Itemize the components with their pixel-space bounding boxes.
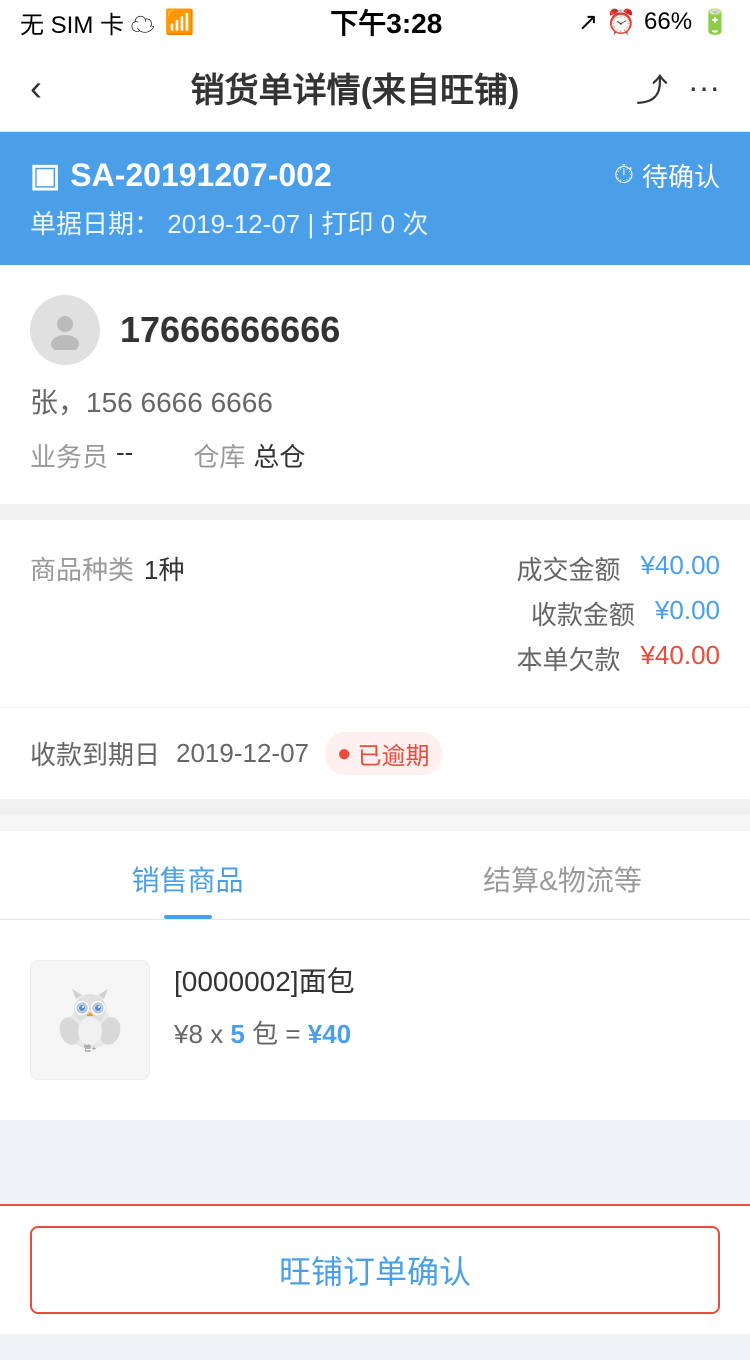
price-x: x (210, 1019, 230, 1049)
balance-amount: ¥40.00 (640, 640, 720, 677)
status-bar: 无 SIM 卡 ☁ 📶 下午3:28 ↗ ⏰ 66% 🔋 (0, 0, 750, 44)
confirm-button[interactable]: 旺铺订单确认 (30, 1226, 720, 1314)
balance-label: 本单欠款 (516, 640, 620, 677)
equals: = (285, 1019, 307, 1049)
divider-1 (0, 504, 750, 520)
unit-price: ¥8 (174, 1019, 203, 1049)
status-text: 待确认 (642, 157, 720, 194)
overdue-text: 已逾期 (358, 736, 430, 771)
tab-settlement-label: 结算&物流等 (483, 865, 642, 896)
page-title: 销货单详情(来自旺铺) (90, 63, 620, 112)
order-header: ▣ SA-20191207-002 ⏱ 待确认 单据日期： 2019-12-07… (0, 132, 750, 265)
unit: 包 (252, 1019, 278, 1049)
location-icon: ↗ (578, 8, 598, 37)
status-time: 下午3:28 (330, 2, 442, 42)
due-date-label: 收款到期日 (30, 735, 160, 772)
product-price-row: ¥8 x 5 包 = ¥40 (174, 1014, 720, 1051)
warehouse-label: 仓库 (193, 437, 245, 474)
wifi-icon: 📶 (165, 8, 195, 37)
alarm-icon: ⏰ (606, 8, 636, 37)
customer-meta: 业务员 -- 仓库 总仓 (30, 437, 720, 474)
product-name: [0000002]面包 (174, 960, 720, 1000)
order-date: 单据日期： 2019-12-07 | 打印 0 次 (30, 204, 720, 241)
salesman-value: -- (116, 437, 133, 474)
invoice-icon: ▣ (30, 156, 60, 194)
share-icon[interactable]: ⤴ (636, 65, 668, 111)
salesman-label: 业务员 (30, 437, 108, 474)
quantity: 5 (230, 1019, 244, 1049)
status-left: 无 SIM 卡 ☁ 📶 (20, 5, 195, 40)
order-number-container: ▣ SA-20191207-002 (30, 156, 332, 194)
product-type-value: 1种 (144, 550, 184, 587)
svg-text:管+: 管+ (84, 1043, 97, 1053)
product-list: 管+ [0000002]面包 ¥8 x 5 包 = ¥40 (0, 920, 750, 1120)
due-date-value: 2019-12-07 (176, 738, 309, 769)
received-amount: ¥0.00 (655, 595, 720, 632)
order-status: ⏱ 待确认 (614, 157, 720, 194)
more-icon[interactable]: ··· (688, 69, 720, 106)
order-number-text: SA-20191207-002 (70, 157, 332, 194)
tabs-header: 销售商品 结算&物流等 (0, 831, 750, 920)
divider-2 (0, 799, 750, 815)
battery-icon: 🔋 (700, 8, 730, 37)
tab-products-label: 销售商品 (131, 865, 243, 896)
tabs-section: 销售商品 结算&物流等 (0, 831, 750, 1120)
date-label: 单据日期： (30, 209, 160, 239)
product-info: [0000002]面包 ¥8 x 5 包 = ¥40 (174, 960, 720, 1080)
print-info: | 打印 0 次 (307, 209, 428, 239)
date-value: 2019-12-07 (167, 209, 300, 239)
summary-section: 商品种类 1种 成交金额 ¥40.00 收款金额 ¥0.00 本单欠款 ¥40.… (0, 520, 750, 707)
customer-name: 张，156 6666 6666 (30, 381, 720, 421)
nav-bar: ‹ 销货单详情(来自旺铺) ⤴ ··· (0, 44, 750, 132)
transaction-label: 成交金额 (516, 550, 620, 587)
transaction-amount: ¥40.00 (640, 550, 720, 587)
status-right: ↗ ⏰ 66% 🔋 (578, 8, 730, 37)
overdue-badge: ● 已逾期 (325, 732, 442, 775)
customer-phone: 17666666666 (120, 309, 340, 351)
bottom-bar: 旺铺订单确认 (0, 1204, 750, 1334)
nav-actions: ⤴ ··· (620, 65, 720, 111)
customer-section: 17666666666 张，156 6666 6666 业务员 -- 仓库 总仓 (0, 265, 750, 504)
back-button[interactable]: ‹ (30, 67, 90, 109)
product-item: 管+ [0000002]面包 ¥8 x 5 包 = ¥40 (30, 940, 720, 1100)
customer-avatar (30, 295, 100, 365)
total-price: ¥40 (308, 1019, 351, 1049)
product-image: 管+ (30, 960, 150, 1080)
no-sim-text: 无 SIM 卡 ☁ (20, 5, 155, 40)
product-type-container: 商品种类 1种 (30, 550, 184, 587)
tab-products[interactable]: 销售商品 (0, 831, 375, 919)
clock-icon: ⏱ (614, 159, 634, 191)
tab-settlement[interactable]: 结算&物流等 (375, 831, 750, 919)
alert-icon: ● (337, 740, 352, 768)
amounts-container: 成交金额 ¥40.00 收款金额 ¥0.00 本单欠款 ¥40.00 (516, 550, 720, 677)
product-type-label: 商品种类 (30, 550, 134, 587)
battery-text: 66% (644, 8, 692, 36)
received-label: 收款金额 (531, 595, 635, 632)
due-date-section: 收款到期日 2019-12-07 ● 已逾期 (0, 707, 750, 799)
warehouse-value: 总仓 (253, 437, 305, 474)
